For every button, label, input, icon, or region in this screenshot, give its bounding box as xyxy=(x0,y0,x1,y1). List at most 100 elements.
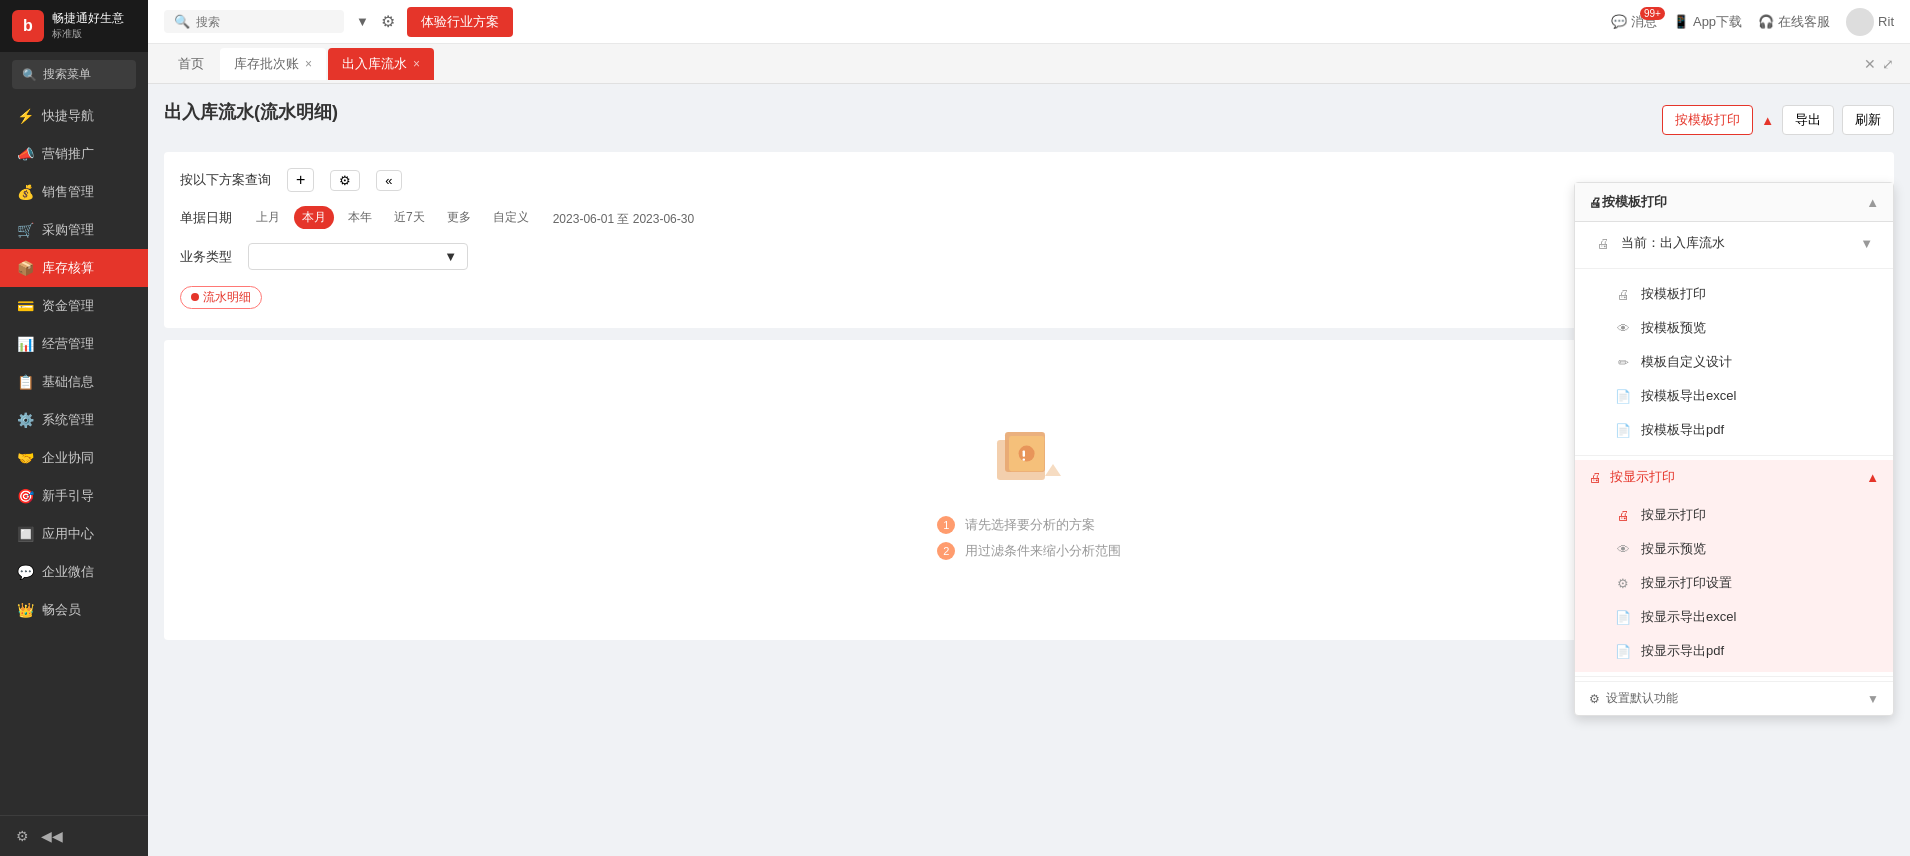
purchase-icon: 🛒 xyxy=(16,221,34,239)
display-pdf-icon: 📄 xyxy=(1615,643,1631,659)
maximize-window-btn[interactable]: ⤢ xyxy=(1882,56,1894,72)
step-2-num: 2 xyxy=(937,542,955,560)
empty-step-2: 2 用过滤条件来缩小分析范围 xyxy=(937,538,1121,564)
online-service-button[interactable]: 🎧 在线客服 xyxy=(1758,13,1830,31)
toolbar-chevron-up-icon[interactable]: ▲ xyxy=(1761,113,1774,128)
display-section-header[interactable]: 🖨 按显示打印 ▲ xyxy=(1575,460,1893,494)
topbar-gear-icon[interactable]: ⚙ xyxy=(381,12,395,31)
dropdown-header: 🖨 按模板打印 ▲ xyxy=(1575,183,1893,222)
print-template-button[interactable]: 按模板打印 xyxy=(1662,105,1753,135)
business-select-chevron: ▼ xyxy=(444,249,457,264)
dropdown-header-chevron[interactable]: ▲ xyxy=(1866,195,1879,210)
user-name: Rit xyxy=(1878,14,1894,29)
app-edition: 标准版 xyxy=(52,27,124,41)
sidebar-item-marketing[interactable]: 📣 营销推广 xyxy=(0,135,148,173)
display-section-title: 按显示打印 xyxy=(1610,468,1675,486)
display-print-item-icon: 🖨 xyxy=(1615,507,1631,523)
sidebar-item-funds[interactable]: 💳 资金管理 xyxy=(0,287,148,325)
filter-tag-item[interactable]: 流水明细 xyxy=(180,286,262,309)
tab-stock-flow-close[interactable]: × xyxy=(413,57,420,71)
display-pdf-item[interactable]: 📄 按显示导出pdf xyxy=(1575,634,1893,668)
current-icon: 🖨 xyxy=(1595,235,1611,251)
business-type-select[interactable]: ▼ xyxy=(248,243,468,270)
filter-label: 按以下方案查询 xyxy=(180,171,271,189)
sidebar: b 畅捷通好生意 标准版 🔍 搜索菜单 ⚡ 快捷导航 📣 营销推广 💰 销售管理… xyxy=(0,0,148,856)
date-opt-more[interactable]: 更多 xyxy=(439,206,479,229)
template-print-icon: 🖨 xyxy=(1615,286,1631,302)
date-opt-this-year[interactable]: 本年 xyxy=(340,206,380,229)
template-preview-item[interactable]: 👁 按模板预览 xyxy=(1575,311,1893,345)
sidebar-item-wechat[interactable]: 💬 企业微信 xyxy=(0,553,148,591)
display-print-item[interactable]: 🖨 按显示打印 xyxy=(1575,498,1893,532)
sidebar-item-purchase[interactable]: 🛒 采购管理 xyxy=(0,211,148,249)
sidebar-item-basics[interactable]: 📋 基础信息 xyxy=(0,363,148,401)
date-opt-last-7[interactable]: 近7天 xyxy=(386,206,433,229)
collapse-sidebar-icon[interactable]: ◀◀ xyxy=(41,828,63,844)
template-print-label: 按模板打印 xyxy=(1641,285,1706,303)
apps-icon: 🔲 xyxy=(16,525,34,543)
sidebar-item-inventory[interactable]: 📦 库存核算 xyxy=(0,249,148,287)
date-options: 上月 本月 本年 近7天 更多 自定义 xyxy=(248,206,537,229)
date-opt-this-month[interactable]: 本月 xyxy=(294,206,334,229)
sidebar-item-label: 采购管理 xyxy=(42,221,94,239)
tab-stock-flow[interactable]: 出入库流水 × xyxy=(328,48,434,80)
display-excel-label: 按显示导出excel xyxy=(1641,608,1736,626)
service-label: 在线客服 xyxy=(1778,13,1830,31)
tab-batch-account-close[interactable]: × xyxy=(305,57,312,71)
sidebar-item-cooperation[interactable]: 🤝 企业协同 xyxy=(0,439,148,477)
template-excel-item[interactable]: 📄 按模板导出excel xyxy=(1575,379,1893,413)
display-settings-label: 按显示打印设置 xyxy=(1641,574,1732,592)
page-area: 出入库流水(流水明细) 按模板打印 ▲ 导出 刷新 按以下方案查询 + ⚙ « … xyxy=(148,84,1910,856)
display-settings-icon: ⚙ xyxy=(1615,575,1631,591)
topbar-dropdown-icon[interactable]: ▼ xyxy=(356,14,369,29)
template-custom-item[interactable]: ✏ 模板自定义设计 xyxy=(1575,345,1893,379)
sidebar-item-system[interactable]: ⚙️ 系统管理 xyxy=(0,401,148,439)
refresh-button[interactable]: 刷新 xyxy=(1842,105,1894,135)
topbar-search-box[interactable]: 🔍 xyxy=(164,10,344,33)
filter-tag-label: 流水明细 xyxy=(203,289,251,306)
display-excel-item[interactable]: 📄 按显示导出excel xyxy=(1575,600,1893,634)
sidebar-item-label: 新手引导 xyxy=(42,487,94,505)
svg-rect-5 xyxy=(1023,458,1025,460)
page-toolbar: 按模板打印 ▲ 导出 刷新 xyxy=(1662,105,1894,135)
messages-button[interactable]: 💬 消息 99+ xyxy=(1611,13,1657,31)
display-settings-item[interactable]: ⚙ 按显示打印设置 xyxy=(1575,566,1893,600)
sidebar-item-sales[interactable]: 💰 销售管理 xyxy=(0,173,148,211)
sidebar-item-guide[interactable]: 🎯 新手引导 xyxy=(0,477,148,515)
collapse-filter-button[interactable]: « xyxy=(376,170,401,191)
trial-button[interactable]: 体验行业方案 xyxy=(407,7,513,37)
template-print-item[interactable]: 🖨 按模板打印 xyxy=(1575,277,1893,311)
sidebar-item-label: 系统管理 xyxy=(42,411,94,429)
settings-footer-icon[interactable]: ⚙ xyxy=(16,828,29,844)
current-chevron: ▼ xyxy=(1860,236,1873,251)
display-preview-item[interactable]: 👁 按显示预览 xyxy=(1575,532,1893,566)
date-opt-last-month[interactable]: 上月 xyxy=(248,206,288,229)
step-2-text: 用过滤条件来缩小分析范围 xyxy=(965,543,1121,558)
sidebar-item-operations[interactable]: 📊 经营管理 xyxy=(0,325,148,363)
user-profile[interactable]: Rit xyxy=(1846,8,1894,36)
sidebar-item-shortcuts[interactable]: ⚡ 快捷导航 xyxy=(0,97,148,135)
set-default-footer[interactable]: ⚙ 设置默认功能 ▼ xyxy=(1575,681,1893,715)
empty-steps: 1 请先选择要分析的方案 2 用过滤条件来缩小分析范围 xyxy=(937,512,1121,564)
add-filter-button[interactable]: + xyxy=(287,168,314,192)
app-download-button[interactable]: 📱 App下载 xyxy=(1673,13,1742,31)
tab-home[interactable]: 首页 xyxy=(164,48,218,80)
template-preview-label: 按模板预览 xyxy=(1641,319,1706,337)
close-window-btn[interactable]: ✕ xyxy=(1864,56,1876,72)
current-template-item[interactable]: 🖨 当前：出入库流水 ▼ xyxy=(1575,226,1893,260)
display-print-label: 按显示打印 xyxy=(1641,506,1706,524)
sidebar-item-membership[interactable]: 👑 畅会员 xyxy=(0,591,148,629)
topbar-search-input[interactable] xyxy=(196,15,316,29)
template-custom-icon: ✏ xyxy=(1615,354,1631,370)
tab-batch-account[interactable]: 库存批次账 × xyxy=(220,48,326,80)
date-range-display: 2023-06-01 至 2023-06-30 xyxy=(553,211,694,228)
sidebar-item-apps[interactable]: 🔲 应用中心 xyxy=(0,515,148,553)
operations-icon: 📊 xyxy=(16,335,34,353)
export-button[interactable]: 导出 xyxy=(1782,105,1834,135)
step-1-num: 1 xyxy=(937,516,955,534)
settings-filter-button[interactable]: ⚙ xyxy=(330,170,360,191)
set-default-label: 设置默认功能 xyxy=(1606,690,1678,707)
date-opt-custom[interactable]: 自定义 xyxy=(485,206,537,229)
template-pdf-item[interactable]: 📄 按模板导出pdf xyxy=(1575,413,1893,447)
sidebar-search-button[interactable]: 🔍 搜索菜单 xyxy=(12,60,136,89)
